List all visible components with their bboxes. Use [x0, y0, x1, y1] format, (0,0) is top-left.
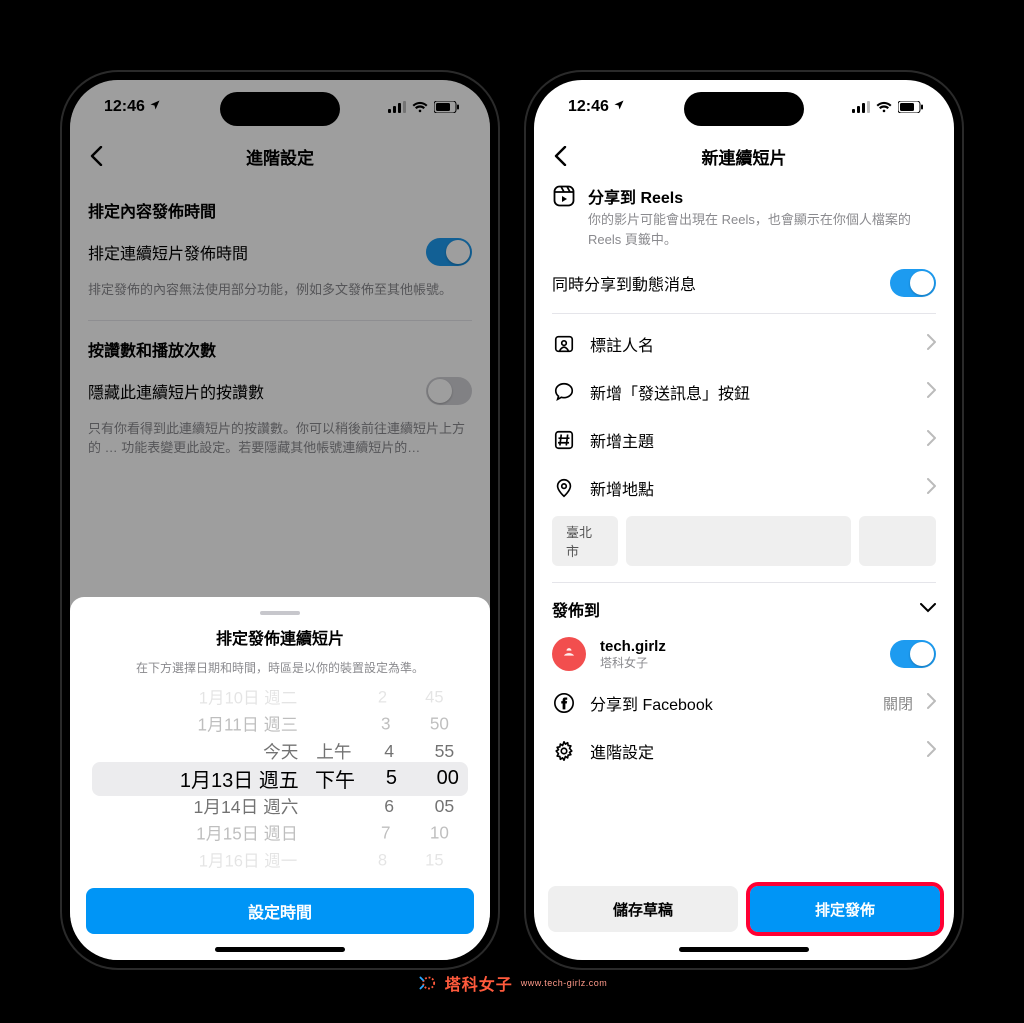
account-display-name: 塔科女子 — [600, 656, 666, 670]
divider — [552, 582, 936, 583]
sheet-grabber[interactable] — [260, 611, 300, 615]
chevron-right-icon — [927, 430, 936, 451]
gear-icon — [552, 740, 576, 762]
sheet-subtitle: 在下方選擇日期和時間，時區是以你的裝置設定為準。 — [86, 659, 474, 676]
row-account: tech.girlz 塔科女子 — [552, 629, 936, 679]
row-share-facebook[interactable]: 分享到 Facebook 關閉 — [552, 679, 936, 727]
page-title: 進階設定 — [246, 144, 314, 169]
reels-subtitle: 你的影片可能會出現在 Reels，也會顯示在你個人檔案的 Reels 頁籤中。 — [588, 210, 936, 259]
page-title: 新連續短片 — [702, 144, 787, 169]
divider — [88, 320, 472, 321]
chevron-right-icon — [927, 693, 936, 714]
set-time-button[interactable]: 設定時間 — [86, 888, 474, 934]
row-add-topic[interactable]: 新增主題 — [552, 416, 936, 464]
nav-bar: 新連續短片 — [534, 134, 954, 178]
reels-icon — [552, 184, 576, 213]
toggle-hide-likes[interactable] — [426, 377, 472, 405]
phone-frame-left: 12:46 — [60, 70, 500, 970]
phone-frame-right: 12:46 — [524, 70, 964, 970]
location-pin-icon — [552, 477, 576, 499]
advanced-settings-label: 進階設定 — [590, 739, 913, 763]
status-time: 12:46 — [568, 98, 609, 116]
publish-to-title: 發佈到 — [552, 597, 906, 621]
wifi-icon — [876, 101, 892, 113]
account-username: tech.girlz — [600, 638, 666, 656]
tag-people-label: 標註人名 — [590, 332, 913, 356]
section-title-likes: 按讚數和播放次數 — [88, 327, 472, 367]
row-add-message-button[interactable]: 新增「發送訊息」按鈕 — [552, 368, 936, 416]
location-arrow-icon — [149, 98, 161, 116]
divider — [552, 313, 936, 314]
battery-icon — [434, 101, 460, 113]
share-facebook-label: 分享到 Facebook — [590, 691, 869, 715]
reels-title: 分享到 Reels — [588, 184, 936, 210]
dynamic-island — [220, 92, 340, 126]
status-time: 12:46 — [104, 98, 145, 116]
facebook-icon — [552, 692, 576, 714]
toggle-feed-share[interactable] — [890, 269, 936, 297]
location-arrow-icon — [613, 98, 625, 116]
schedule-note: 排定發佈的內容無法使用部分功能，例如多文發佈至其他帳號。 — [88, 276, 472, 314]
chevron-right-icon — [927, 334, 936, 355]
cellular-signal-icon — [852, 101, 870, 113]
back-button[interactable] — [82, 142, 110, 170]
dynamic-island — [684, 92, 804, 126]
home-indicator[interactable] — [215, 947, 345, 952]
schedule-publish-button[interactable]: 排定發佈 — [750, 886, 940, 932]
battery-icon — [898, 101, 924, 113]
tag-person-icon — [552, 333, 576, 355]
location-chip-blurred[interactable] — [626, 516, 851, 566]
chevron-right-icon — [927, 382, 936, 403]
wifi-icon — [412, 101, 428, 113]
chevron-right-icon — [927, 478, 936, 499]
watermark: 塔科女子 www.tech-girlz.com — [417, 971, 608, 995]
hashtag-icon — [552, 429, 576, 451]
watermark-url: www.tech-girlz.com — [521, 978, 608, 988]
save-draft-button[interactable]: 儲存草稿 — [548, 886, 738, 932]
location-suggestions: 臺北市 — [552, 512, 936, 576]
location-chip-blurred[interactable] — [859, 516, 936, 566]
share-facebook-value: 關閉 — [883, 693, 913, 714]
datetime-picker[interactable]: 1月10日 週二245 1月11日 週三350 今天上午455 1月13日 週五… — [92, 684, 468, 874]
toggle-schedule[interactable] — [426, 238, 472, 266]
back-button[interactable] — [546, 142, 574, 170]
watermark-text: 塔科女子 — [445, 971, 513, 995]
chevron-right-icon — [927, 741, 936, 762]
row-tag-people[interactable]: 標註人名 — [552, 320, 936, 368]
section-title-schedule: 排定內容發佈時間 — [88, 188, 472, 228]
nav-bar: 進階設定 — [70, 134, 490, 178]
location-chip[interactable]: 臺北市 — [552, 516, 618, 566]
feed-toggle-label: 同時分享到動態消息 — [552, 271, 876, 295]
schedule-sheet: 排定發佈連續短片 在下方選擇日期和時間，時區是以你的裝置設定為準。 1月10日 … — [70, 597, 490, 960]
home-indicator[interactable] — [679, 947, 809, 952]
add-message-button-label: 新增「發送訊息」按鈕 — [590, 380, 913, 404]
toggle-schedule-label: 排定連續短片發佈時間 — [88, 240, 412, 264]
cellular-signal-icon — [388, 101, 406, 113]
row-advanced-settings[interactable]: 進階設定 — [552, 727, 936, 775]
watermark-logo-icon — [417, 972, 439, 994]
sheet-title: 排定發佈連續短片 — [86, 625, 474, 649]
hide-likes-note: 只有你看得到此連續短片的按讚數。你可以稍後前往連續短片上方的 … 功能表變更此設… — [88, 415, 472, 472]
toggle-hide-likes-label: 隱藏此連續短片的按讚數 — [88, 379, 412, 403]
row-add-location[interactable]: 新增地點 — [552, 464, 936, 512]
account-avatar — [552, 637, 586, 671]
add-topic-label: 新增主題 — [590, 428, 913, 452]
chevron-down-icon — [920, 600, 936, 618]
row-publish-to[interactable]: 發佈到 — [552, 589, 936, 629]
chat-bubble-icon — [552, 381, 576, 403]
toggle-account-share[interactable] — [890, 640, 936, 668]
add-location-label: 新增地點 — [590, 476, 913, 500]
